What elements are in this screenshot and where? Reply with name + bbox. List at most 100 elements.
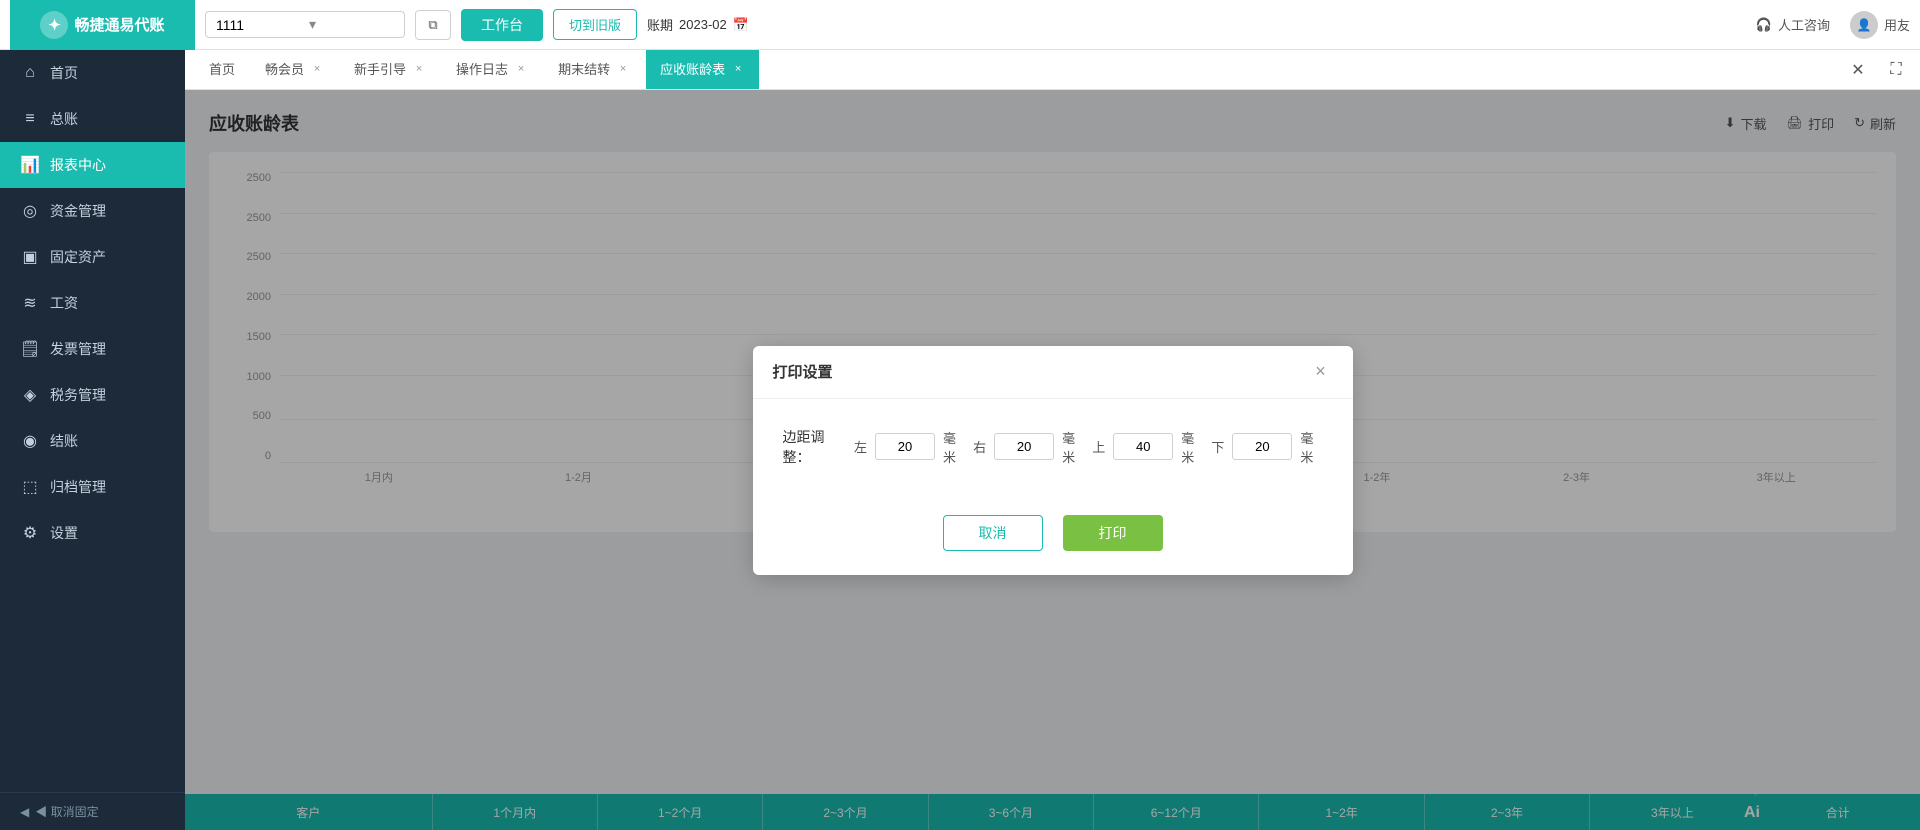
sidebar-item-label: 归档管理 [50, 477, 106, 497]
invoice-icon: 🗒 [20, 339, 40, 359]
sidebar-item-label: 发票管理 [50, 339, 106, 359]
headset-icon: 🎧 [1756, 17, 1772, 33]
workbench-button[interactable]: 工作台 [461, 9, 543, 41]
report-icon: 📊 [20, 155, 40, 175]
dialog-header: 打印设置 × [753, 346, 1353, 399]
bottom-margin-input[interactable] [1232, 433, 1292, 460]
fund-icon: ◎ [20, 201, 40, 221]
top-margin-input[interactable] [1113, 433, 1173, 460]
tab-close-icon[interactable]: × [731, 62, 745, 76]
sidebar-item-general-ledger[interactable]: ≡ 总账 [0, 96, 185, 142]
dialog-title: 打印设置 [773, 361, 833, 382]
tab-label: 新手引导 [354, 59, 406, 78]
tab-close-icon[interactable]: × [412, 62, 426, 76]
sidebar-scroll: ⌂ 首页 ≡ 总账 📊 报表中心 ◎ 资金管理 ▣ 固定资产 ≋ 工资 [0, 50, 185, 792]
print-confirm-button[interactable]: 打印 [1063, 515, 1163, 551]
switch-version-button[interactable]: 切到旧版 [553, 9, 637, 40]
tab-close-icon[interactable]: × [514, 62, 528, 76]
home-icon: ⌂ [20, 64, 40, 82]
user-label: 用友 [1884, 15, 1910, 34]
tab-expand-button[interactable]: ⛶ [1882, 56, 1910, 84]
sidebar-item-invoice[interactable]: 🗒 发票管理 [0, 326, 185, 372]
tab-bar-right: ✕ ⛶ [1844, 50, 1910, 89]
sidebar-item-report-center[interactable]: 📊 报表中心 [0, 142, 185, 188]
tab-member[interactable]: 畅会员 × [251, 50, 338, 89]
sidebar-item-checkout[interactable]: ◉ 结账 [0, 418, 185, 464]
sidebar-item-tax[interactable]: ◈ 税务管理 [0, 372, 185, 418]
tax-icon: ◈ [20, 385, 40, 405]
cancel-button[interactable]: 取消 [943, 515, 1043, 551]
dialog-body: 边距调整： 左 毫米 右 毫米 上 毫米 下 毫米 [753, 399, 1353, 507]
settings-icon: ⚙ [20, 523, 40, 543]
tab-label: 畅会员 [265, 59, 304, 78]
calendar-icon[interactable]: 📅 [733, 17, 749, 33]
sidebar-item-settings[interactable]: ⚙ 设置 [0, 510, 185, 556]
bottom-unit: 毫米 [1300, 428, 1322, 466]
sidebar-item-fund-management[interactable]: ◎ 资金管理 [0, 188, 185, 234]
consult-button[interactable]: 🎧 人工咨询 [1756, 15, 1830, 34]
content-area: 首页 畅会员 × 新手引导 × 操作日志 × 期末结转 × 应收账龄表 × [185, 50, 1920, 830]
sidebar-toggle-footer[interactable]: ◀ ◀ 取消固定 [0, 792, 185, 830]
company-selector[interactable]: 1111 ▾ [205, 11, 405, 38]
payroll-icon: ≋ [20, 293, 40, 313]
assets-icon: ▣ [20, 247, 40, 267]
tab-close-all-button[interactable]: ✕ [1844, 56, 1872, 84]
sidebar-item-label: 税务管理 [50, 385, 106, 405]
tab-label: 应收账龄表 [660, 59, 725, 78]
tab-home[interactable]: 首页 [195, 50, 249, 89]
sidebar: ⌂ 首页 ≡ 总账 📊 报表中心 ◎ 资金管理 ▣ 固定资产 ≋ 工资 [0, 50, 185, 830]
tab-guide[interactable]: 新手引导 × [340, 50, 440, 89]
tab-label: 操作日志 [456, 59, 508, 78]
archive-icon: ⬚ [20, 477, 40, 497]
bottom-label: 下 [1211, 437, 1224, 456]
logo-icon: ✦ [40, 11, 68, 39]
sidebar-item-archive[interactable]: ⬚ 归档管理 [0, 464, 185, 510]
left-unit: 毫米 [943, 428, 965, 466]
logo-text: 畅捷通易代账 [74, 14, 164, 35]
page-content: 应收账龄表 ⬇ 下载 🖨 打印 ↻ 刷新 [185, 90, 1920, 830]
footer-label: ◀ 取消固定 [35, 803, 98, 820]
user-info[interactable]: 👤 用友 [1850, 11, 1910, 39]
company-name: 1111 [216, 17, 301, 33]
checkout-icon: ◉ [20, 431, 40, 451]
logo: ✦ 畅捷通易代账 [10, 0, 195, 50]
tab-close-icon[interactable]: × [310, 62, 324, 76]
tab-bar: 首页 畅会员 × 新手引导 × 操作日志 × 期末结转 × 应收账龄表 × [185, 50, 1920, 90]
period-text: 账期 [647, 15, 673, 34]
left-margin-input[interactable] [875, 433, 935, 460]
chevron-down-icon: ▾ [309, 16, 394, 33]
right-label: 右 [973, 437, 986, 456]
close-icon: ✕ [1851, 60, 1864, 80]
pin-icon: ◀ [20, 805, 29, 819]
sidebar-item-label: 设置 [50, 523, 78, 543]
header: ✦ 畅捷通易代账 1111 ▾ ⧉ 工作台 切到旧版 账期 2023-02 📅 … [0, 0, 1920, 50]
sidebar-item-payroll[interactable]: ≋ 工资 [0, 280, 185, 326]
tab-period-closing[interactable]: 期末结转 × [544, 50, 644, 89]
period-value: 2023-02 [679, 17, 727, 32]
tab-close-icon[interactable]: × [616, 62, 630, 76]
dialog-close-button[interactable]: × [1309, 360, 1333, 384]
tab-label: 期末结转 [558, 59, 610, 78]
tab-operation-log[interactable]: 操作日志 × [442, 50, 542, 89]
sidebar-item-label: 结账 [50, 431, 78, 451]
top-unit: 毫米 [1181, 428, 1203, 466]
right-margin-input[interactable] [994, 433, 1054, 460]
margin-row: 边距调整： 左 毫米 右 毫米 上 毫米 下 毫米 [783, 427, 1323, 467]
expand-icon: ⛶ [1890, 61, 1901, 79]
right-unit: 毫米 [1062, 428, 1084, 466]
tab-ar-aging[interactable]: 应收账龄表 × [646, 50, 759, 89]
dialog-footer: 取消 打印 [753, 507, 1353, 575]
left-label: 左 [854, 437, 867, 456]
header-right: 🎧 人工咨询 👤 用友 [1756, 11, 1910, 39]
consult-label: 人工咨询 [1778, 15, 1830, 34]
sidebar-item-label: 首页 [50, 63, 78, 83]
main-layout: ⌂ 首页 ≡ 总账 📊 报表中心 ◎ 资金管理 ▣ 固定资产 ≋ 工资 [0, 50, 1920, 830]
sidebar-item-label: 报表中心 [50, 155, 106, 175]
copy-icon: ⧉ [428, 17, 437, 33]
avatar: 👤 [1850, 11, 1878, 39]
ledger-icon: ≡ [20, 110, 40, 128]
copy-button[interactable]: ⧉ [415, 10, 451, 40]
sidebar-item-fixed-assets[interactable]: ▣ 固定资产 [0, 234, 185, 280]
period-display: 账期 2023-02 📅 [647, 15, 749, 34]
sidebar-item-home[interactable]: ⌂ 首页 [0, 50, 185, 96]
